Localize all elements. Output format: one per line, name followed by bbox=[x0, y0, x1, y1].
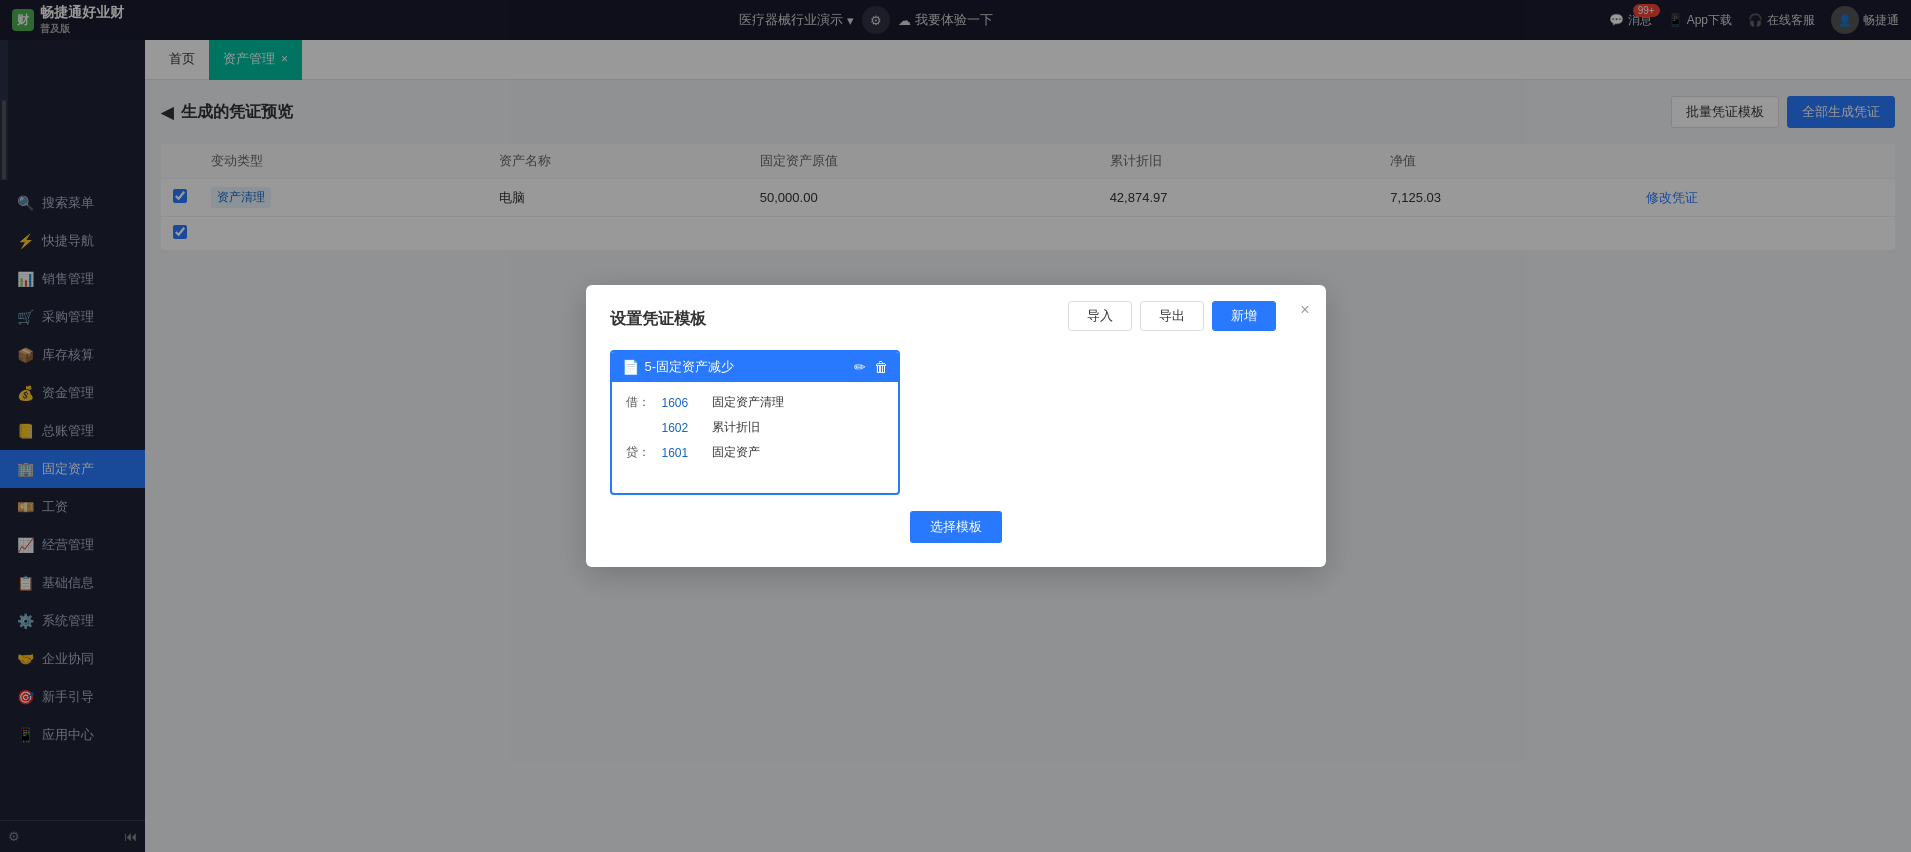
template-entry-row-1: 借： 1606 固定资产清理 bbox=[620, 390, 890, 415]
template-card: 📄 5-固定资产减少 ✏ 🗑 借： 1606 固定资产清理 bbox=[610, 350, 900, 495]
dialog-close-icon[interactable]: × bbox=[1300, 301, 1309, 319]
entry-type-3: 贷： bbox=[620, 440, 656, 465]
entry-type-2 bbox=[620, 415, 656, 440]
entry-name-3: 固定资产 bbox=[706, 440, 835, 465]
new-btn[interactable]: 新增 bbox=[1212, 301, 1276, 331]
export-btn[interactable]: 导出 bbox=[1140, 301, 1204, 331]
entry-name-2: 累计折旧 bbox=[706, 415, 835, 440]
entry-name-1: 固定资产清理 bbox=[706, 390, 835, 415]
template-entry-row-3: 贷： 1601 固定资产 bbox=[620, 440, 890, 465]
entry-code-1: 1606 bbox=[656, 390, 706, 415]
template-edit-icon[interactable]: ✏ bbox=[854, 359, 866, 375]
entry-code-2: 1602 bbox=[656, 415, 706, 440]
template-card-header-actions: ✏ 🗑 bbox=[854, 359, 888, 375]
template-entry-row-empty bbox=[620, 465, 890, 485]
dialog-header-actions: 导入 导出 新增 bbox=[1068, 301, 1276, 331]
template-delete-icon[interactable]: 🗑 bbox=[874, 359, 888, 375]
set-template-dialog: 设置凭证模板 导入 导出 新增 × 📄 5-固定资产减少 ✏ 🗑 bbox=[586, 285, 1326, 567]
template-entry-row-2: 1602 累计折旧 bbox=[620, 415, 890, 440]
entry-code-3: 1601 bbox=[656, 440, 706, 465]
template-entries-table: 借： 1606 固定资产清理 1602 累计折旧 bbox=[620, 390, 890, 485]
select-template-btn[interactable]: 选择模板 bbox=[910, 511, 1002, 543]
template-card-header: 📄 5-固定资产减少 ✏ 🗑 bbox=[612, 352, 898, 382]
import-btn[interactable]: 导入 bbox=[1068, 301, 1132, 331]
entry-type-1: 借： bbox=[620, 390, 656, 415]
template-card-icon: 📄 bbox=[622, 359, 639, 375]
overlay: 设置凭证模板 导入 导出 新增 × 📄 5-固定资产减少 ✏ 🗑 bbox=[0, 0, 1911, 852]
template-card-header-left: 📄 5-固定资产减少 bbox=[622, 358, 735, 376]
template-card-body: 借： 1606 固定资产清理 1602 累计折旧 bbox=[612, 382, 898, 493]
